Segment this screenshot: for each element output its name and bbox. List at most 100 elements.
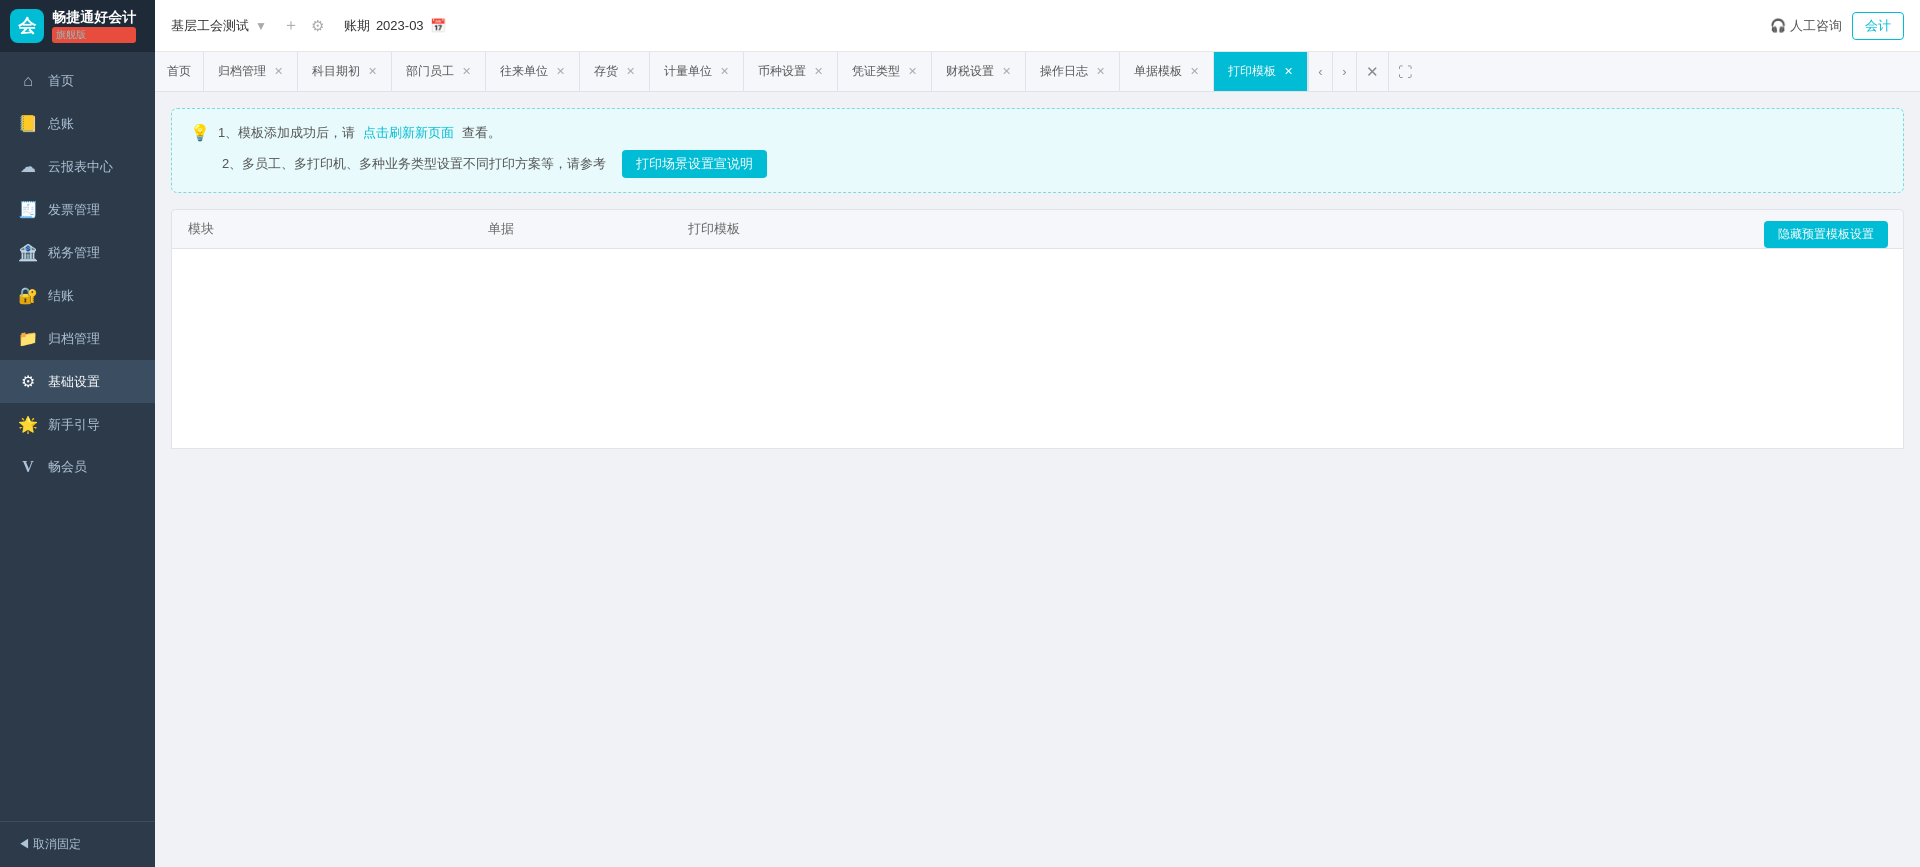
content-area: 隐藏预置模板设置 💡 1、模板添加成功后，请 点击刷新新页面 查看。 2、多员工… <box>155 92 1920 867</box>
sidebar-item-label: 总账 <box>48 115 74 133</box>
tab-label: 计量单位 <box>664 63 712 80</box>
tab-close-oplog[interactable]: ✕ <box>1096 65 1105 78</box>
tab-close-receipt[interactable]: ✕ <box>1190 65 1199 78</box>
sidebar-item-settings[interactable]: ⚙ 基础设置 <box>0 360 155 403</box>
tab-close-all-button[interactable]: ✕ <box>1356 52 1388 92</box>
topbar: 基层工会测试 ▼ ＋ ⚙ 账期 2023-03 📅 🎧 人工咨询 会计 <box>155 0 1920 52</box>
sidebar-logo: 会 畅捷通好会计 旗舰版 <box>0 0 155 52</box>
sidebar-item-home[interactable]: ⌂ 首页 <box>0 60 155 102</box>
close-account-icon: 🔐 <box>18 286 38 305</box>
guide-icon: 🌟 <box>18 415 38 434</box>
hide-preset-button[interactable]: 隐藏预置模板设置 <box>1764 221 1888 248</box>
tab-close-finance[interactable]: ✕ <box>1002 65 1011 78</box>
sidebar-item-archive[interactable]: 📁 归档管理 <box>0 317 155 360</box>
sidebar-item-label: 税务管理 <box>48 244 100 262</box>
tab-close-subject[interactable]: ✕ <box>368 65 377 78</box>
logo-title: 畅捷通好会计 <box>52 9 136 26</box>
topbar-right: 🎧 人工咨询 会计 <box>1770 12 1904 40</box>
tab-label: 科目期初 <box>312 63 360 80</box>
period-label: 账期 <box>344 17 370 35</box>
bulb-icon: 💡 <box>190 123 210 142</box>
kwai-button[interactable]: 会计 <box>1852 12 1904 40</box>
table-body <box>171 249 1904 449</box>
tab-home[interactable]: 首页 <box>155 52 204 92</box>
tab-supplier[interactable]: 往来单位 ✕ <box>486 52 580 92</box>
tab-label: 单据模板 <box>1134 63 1182 80</box>
tab-print[interactable]: 打印模板 ✕ <box>1214 52 1308 92</box>
sidebar-item-label: 新手引导 <box>48 416 100 434</box>
logo-sub: 旗舰版 <box>52 27 136 43</box>
tab-label: 首页 <box>167 63 191 80</box>
settings-icon: ⚙ <box>18 372 38 391</box>
tab-label: 财税设置 <box>946 63 994 80</box>
tab-close-print[interactable]: ✕ <box>1284 65 1293 78</box>
sidebar-item-label: 畅会员 <box>48 458 87 476</box>
info-box: 💡 1、模板添加成功后，请 点击刷新新页面 查看。 2、多员工、多打印机、多种业… <box>171 108 1904 193</box>
company-dropdown-icon: ▼ <box>255 19 267 33</box>
tab-close-dept[interactable]: ✕ <box>462 65 471 78</box>
tab-next-button[interactable]: › <box>1332 52 1356 92</box>
tax-icon: 🏦 <box>18 243 38 262</box>
tab-label: 打印模板 <box>1228 63 1276 80</box>
tab-close-currency[interactable]: ✕ <box>814 65 823 78</box>
company-settings-icon[interactable]: ⚙ <box>311 17 324 35</box>
sidebar-item-label: 发票管理 <box>48 201 100 219</box>
info-row-1: 💡 1、模板添加成功后，请 点击刷新新页面 查看。 <box>190 123 1885 142</box>
company-name: 基层工会测试 <box>171 17 249 35</box>
company-selector[interactable]: 基层工会测试 ▼ <box>171 17 267 35</box>
tab-currency[interactable]: 币种设置 ✕ <box>744 52 838 92</box>
tab-label: 归档管理 <box>218 63 266 80</box>
headset-icon: 🎧 <box>1770 18 1786 33</box>
info-text-1-prefix: 1、模板添加成功后，请 <box>218 124 355 142</box>
calendar-icon: 📅 <box>430 18 446 33</box>
sidebar-unpin-button[interactable]: ◀ 取消固定 <box>0 821 155 867</box>
tab-label: 操作日志 <box>1040 63 1088 80</box>
tab-oplog[interactable]: 操作日志 ✕ <box>1026 52 1120 92</box>
sidebar-item-close[interactable]: 🔐 结账 <box>0 274 155 317</box>
col-header-order: 单据 <box>488 220 688 238</box>
tab-measure[interactable]: 计量单位 ✕ <box>650 52 744 92</box>
support-button[interactable]: 🎧 人工咨询 <box>1770 17 1842 35</box>
tab-receipt[interactable]: 单据模板 ✕ <box>1120 52 1214 92</box>
tab-prev-button[interactable]: ‹ <box>1308 52 1332 92</box>
tab-close-voucher[interactable]: ✕ <box>908 65 917 78</box>
tab-close-measure[interactable]: ✕ <box>720 65 729 78</box>
sidebar-item-member[interactable]: V 畅会员 <box>0 446 155 488</box>
period-selector[interactable]: 账期 2023-03 📅 <box>344 17 446 35</box>
sidebar-item-tax[interactable]: 🏦 税务管理 <box>0 231 155 274</box>
info-text-1-suffix: 查看。 <box>462 124 501 142</box>
tab-voucher[interactable]: 凭证类型 ✕ <box>838 52 932 92</box>
tab-label: 存货 <box>594 63 618 80</box>
sidebar-item-guide[interactable]: 🌟 新手引导 <box>0 403 155 446</box>
sidebar-item-label: 首页 <box>48 72 74 90</box>
sidebar-footer-label: ◀ 取消固定 <box>18 836 81 853</box>
tab-label: 往来单位 <box>500 63 548 80</box>
sidebar-item-ledger[interactable]: 📒 总账 <box>0 102 155 145</box>
tab-finance[interactable]: 财税设置 ✕ <box>932 52 1026 92</box>
tab-dept[interactable]: 部门员工 ✕ <box>392 52 486 92</box>
tab-stock[interactable]: 存货 ✕ <box>580 52 650 92</box>
tab-close-archive[interactable]: ✕ <box>274 65 283 78</box>
info-link-refresh[interactable]: 点击刷新新页面 <box>363 124 454 142</box>
member-icon: V <box>18 458 38 476</box>
sidebar: 会 畅捷通好会计 旗舰版 ⌂ 首页 📒 总账 ☁ 云报表中心 🧾 发票管理 🏦 … <box>0 0 155 867</box>
support-label: 人工咨询 <box>1790 17 1842 35</box>
print-scene-button[interactable]: 打印场景设置宣说明 <box>622 150 767 178</box>
tab-archive[interactable]: 归档管理 ✕ <box>204 52 298 92</box>
period-value: 2023-03 <box>376 18 424 33</box>
tab-expand-button[interactable]: ⛶ <box>1388 52 1420 92</box>
info-text-2-prefix: 2、多员工、多打印机、多种业务类型设置不同打印方案等，请参考 <box>222 155 606 173</box>
invoice-icon: 🧾 <box>18 200 38 219</box>
sidebar-item-invoice[interactable]: 🧾 发票管理 <box>0 188 155 231</box>
col-header-module: 模块 <box>188 220 488 238</box>
tabbar: 首页 归档管理 ✕ 科目期初 ✕ 部门员工 ✕ 往来单位 ✕ 存货 ✕ 计量单位… <box>155 52 1920 92</box>
tab-subject[interactable]: 科目期初 ✕ <box>298 52 392 92</box>
add-company-button[interactable]: ＋ <box>283 15 299 36</box>
tab-label: 币种设置 <box>758 63 806 80</box>
main: 基层工会测试 ▼ ＋ ⚙ 账期 2023-03 📅 🎧 人工咨询 会计 首页 归… <box>155 0 1920 867</box>
tab-close-stock[interactable]: ✕ <box>626 65 635 78</box>
tab-label: 部门员工 <box>406 63 454 80</box>
tab-close-supplier[interactable]: ✕ <box>556 65 565 78</box>
sidebar-item-reports[interactable]: ☁ 云报表中心 <box>0 145 155 188</box>
info-row-2: 2、多员工、多打印机、多种业务类型设置不同打印方案等，请参考 打印场景设置宣说明 <box>190 150 1885 178</box>
